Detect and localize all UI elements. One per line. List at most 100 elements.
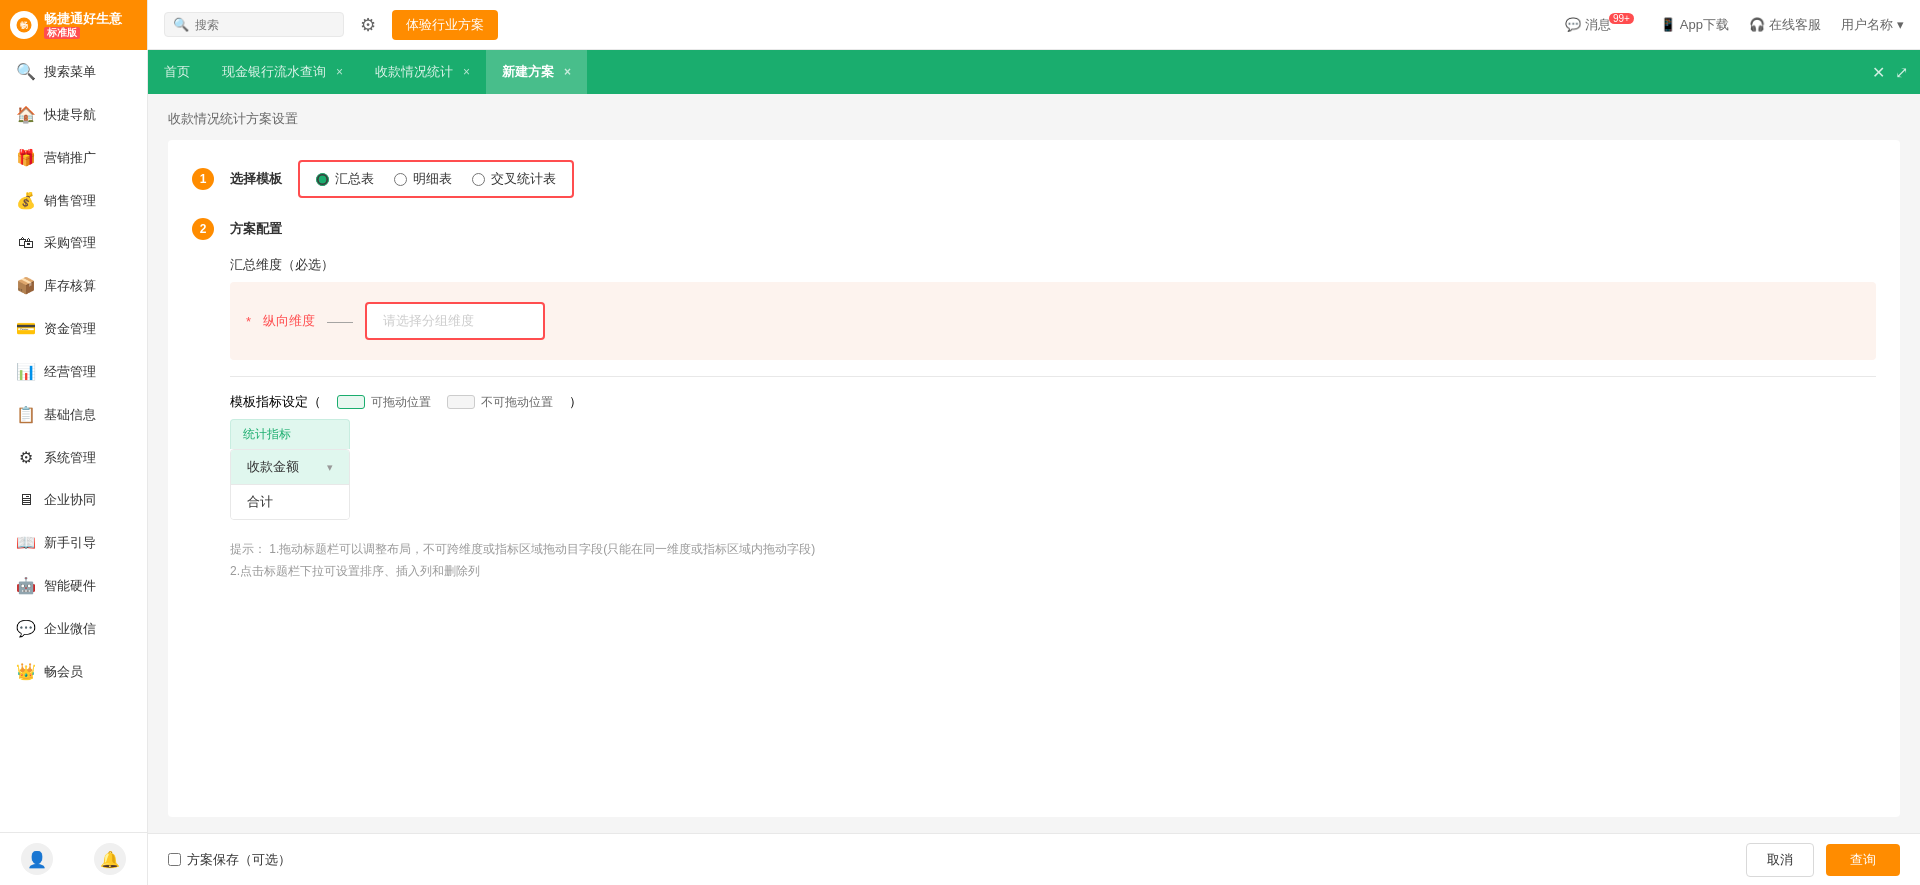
tab-new-plan-label: 新建方案	[502, 63, 554, 81]
toggle-fixed-box	[447, 395, 475, 409]
basic-info-icon: 📋	[16, 405, 36, 424]
sidebar-label-inventory: 库存核算	[44, 277, 96, 295]
topbar-right: 💬 消息 99+ 📱 App下载 🎧 在线客服 用户名称 ▾	[1565, 16, 1904, 34]
settings-icon[interactable]: ⚙	[360, 14, 376, 36]
tab-new-plan-close-icon[interactable]: ×	[564, 65, 571, 79]
tab-receipt-stat-close-icon[interactable]: ×	[463, 65, 470, 79]
radio-detail[interactable]	[394, 173, 407, 186]
radio-cross[interactable]	[472, 173, 485, 186]
sidebar-label-finance: 资金管理	[44, 320, 96, 338]
topbar-search-box[interactable]: 🔍	[164, 12, 344, 37]
sidebar-item-system[interactable]: ⚙ 系统管理	[0, 436, 147, 479]
hints-section: 提示： 1.拖动标题栏可以调整布局，不可跨维度或指标区域拖动目字段(只能在同一维…	[230, 539, 1876, 582]
metrics-title-text: 模板指标设定（	[230, 394, 321, 409]
edition-badge: 标准版	[44, 27, 80, 39]
sidebar-label-quick-nav: 快捷导航	[44, 106, 96, 124]
inventory-icon: 📦	[16, 276, 36, 295]
step1-number: 1	[192, 168, 214, 190]
purchase-icon: 🛍	[16, 234, 36, 252]
sidebar-item-basic-info[interactable]: 📋 基础信息	[0, 393, 147, 436]
sidebar-item-sales[interactable]: 💰 销售管理	[0, 179, 147, 222]
tab-receipt-stat[interactable]: 收款情况统计 ×	[359, 50, 486, 94]
sidebar-item-finance[interactable]: 💳 资金管理	[0, 307, 147, 350]
sidebar-label-wechat: 企业微信	[44, 620, 96, 638]
sidebar-label-search-menu: 搜索菜单	[44, 63, 96, 81]
app-download-item[interactable]: 📱 App下载	[1660, 16, 1729, 34]
tab-bank-flow[interactable]: 现金银行流水查询 ×	[206, 50, 359, 94]
online-service-item[interactable]: 🎧 在线客服	[1749, 16, 1821, 34]
metrics-column-label: 收款金额	[247, 458, 299, 476]
sidebar-label-enterprise: 企业协同	[44, 491, 96, 509]
template-option-cross[interactable]: 交叉统计表	[472, 170, 556, 188]
industry-solution-button[interactable]: 体验行业方案	[392, 10, 498, 40]
dimension-placeholder: 请选择分组维度	[383, 313, 474, 328]
sidebar-item-enterprise[interactable]: 🖥 企业协同	[0, 479, 147, 521]
user-chevron-icon: ▾	[1897, 17, 1904, 32]
sidebar-bottom: 👤 🔔	[0, 832, 147, 885]
bottom-bar: 方案保存（可选） 取消 查询	[148, 833, 1920, 885]
service-label: 在线客服	[1769, 16, 1821, 34]
step1-row: 1 选择模板 汇总表 明细表 交叉统计表	[192, 160, 1876, 198]
sidebar-item-inventory[interactable]: 📦 库存核算	[0, 264, 147, 307]
metrics-total-row: 合计	[231, 485, 349, 519]
cancel-button[interactable]: 取消	[1746, 843, 1814, 877]
notification-badge: 99+	[1609, 13, 1634, 24]
sidebar-item-quick-nav[interactable]: 🏠 快捷导航	[0, 93, 147, 136]
notification-label: 消息	[1585, 16, 1611, 34]
quick-nav-icon: 🏠	[16, 105, 36, 124]
sidebar-item-smart-hardware[interactable]: 🤖 智能硬件	[0, 564, 147, 607]
tab-home[interactable]: 首页	[148, 50, 206, 94]
sidebar-bottom-icon-1[interactable]: 👤	[21, 843, 53, 875]
sidebar-item-wechat[interactable]: 💬 企业微信	[0, 607, 147, 650]
enterprise-icon: 🖥	[16, 491, 36, 509]
user-name-item[interactable]: 用户名称 ▾	[1841, 16, 1904, 34]
save-checkbox[interactable]	[168, 853, 181, 866]
svg-text:畅: 畅	[20, 21, 28, 30]
logo-text: 畅捷通好生意	[44, 11, 122, 27]
sidebar-item-guide[interactable]: 📖 新手引导	[0, 521, 147, 564]
wechat-icon: 💬	[16, 619, 36, 638]
sidebar-bottom-icon-2[interactable]: 🔔	[94, 843, 126, 875]
tab-home-label: 首页	[164, 63, 190, 81]
query-button[interactable]: 查询	[1826, 844, 1900, 876]
sidebar-item-member[interactable]: 👑 畅会员	[0, 650, 147, 693]
form-card: 1 选择模板 汇总表 明细表 交叉统计表	[168, 140, 1900, 817]
sidebar-label-purchase: 采购管理	[44, 234, 96, 252]
template-detail-label: 明细表	[413, 170, 452, 188]
dimension-selector[interactable]: 请选择分组维度	[365, 302, 545, 340]
template-option-summary[interactable]: 汇总表	[316, 170, 374, 188]
sidebar: 畅 畅捷通好生意 标准版 🔍 搜索菜单 🏠 快捷导航 🎁 营销推广 💰 销售管理…	[0, 0, 148, 885]
tab-bank-flow-close-icon[interactable]: ×	[336, 65, 343, 79]
hint-text-1: 提示： 1.拖动标题栏可以调整布局，不可跨维度或指标区域拖动目字段(只能在同一维…	[230, 539, 1876, 561]
template-options: 汇总表 明细表 交叉统计表	[298, 160, 574, 198]
system-icon: ⚙	[16, 448, 36, 467]
sidebar-item-marketing[interactable]: 🎁 营销推广	[0, 136, 147, 179]
dimension-required-star: *	[246, 314, 251, 329]
save-option[interactable]: 方案保存（可选）	[168, 851, 291, 869]
radio-summary[interactable]	[316, 173, 329, 186]
dimension-arrow: ——	[327, 314, 353, 329]
metrics-column-header[interactable]: 收款金额 ▾	[231, 450, 349, 485]
tabbar-actions: ✕ ⤢	[1860, 50, 1920, 94]
tab-new-plan[interactable]: 新建方案 ×	[486, 50, 587, 94]
breadcrumb: 收款情况统计方案设置	[168, 110, 1900, 128]
search-input[interactable]	[195, 18, 335, 32]
content-area: 收款情况统计方案设置 1 选择模板 汇总表 明细表	[148, 94, 1920, 833]
notification-item[interactable]: 💬 消息 99+	[1565, 16, 1640, 34]
sidebar-item-purchase[interactable]: 🛍 采购管理	[0, 222, 147, 264]
tab-expand-icon[interactable]: ⤢	[1895, 63, 1908, 82]
app-icon: 📱	[1660, 17, 1676, 32]
sidebar-logo: 畅 畅捷通好生意 标准版	[0, 0, 147, 50]
template-option-detail[interactable]: 明细表	[394, 170, 452, 188]
metrics-chevron-icon[interactable]: ▾	[327, 461, 333, 474]
sidebar-item-search-menu[interactable]: 🔍 搜索菜单	[0, 50, 147, 93]
step2-row: 2 方案配置	[192, 218, 1876, 240]
topbar: 🔍 ⚙ 体验行业方案 💬 消息 99+ 📱 App下载 🎧 在线客服 用户名称 …	[148, 0, 1920, 50]
template-cross-label: 交叉统计表	[491, 170, 556, 188]
metrics-header-label: 模板指标设定（	[230, 393, 321, 411]
tab-receipt-stat-label: 收款情况统计	[375, 63, 453, 81]
tab-close-all-icon[interactable]: ✕	[1872, 63, 1885, 82]
operations-icon: 📊	[16, 362, 36, 381]
sidebar-item-operations[interactable]: 📊 经营管理	[0, 350, 147, 393]
toggle-draggable-label: 可拖动位置	[371, 394, 431, 411]
